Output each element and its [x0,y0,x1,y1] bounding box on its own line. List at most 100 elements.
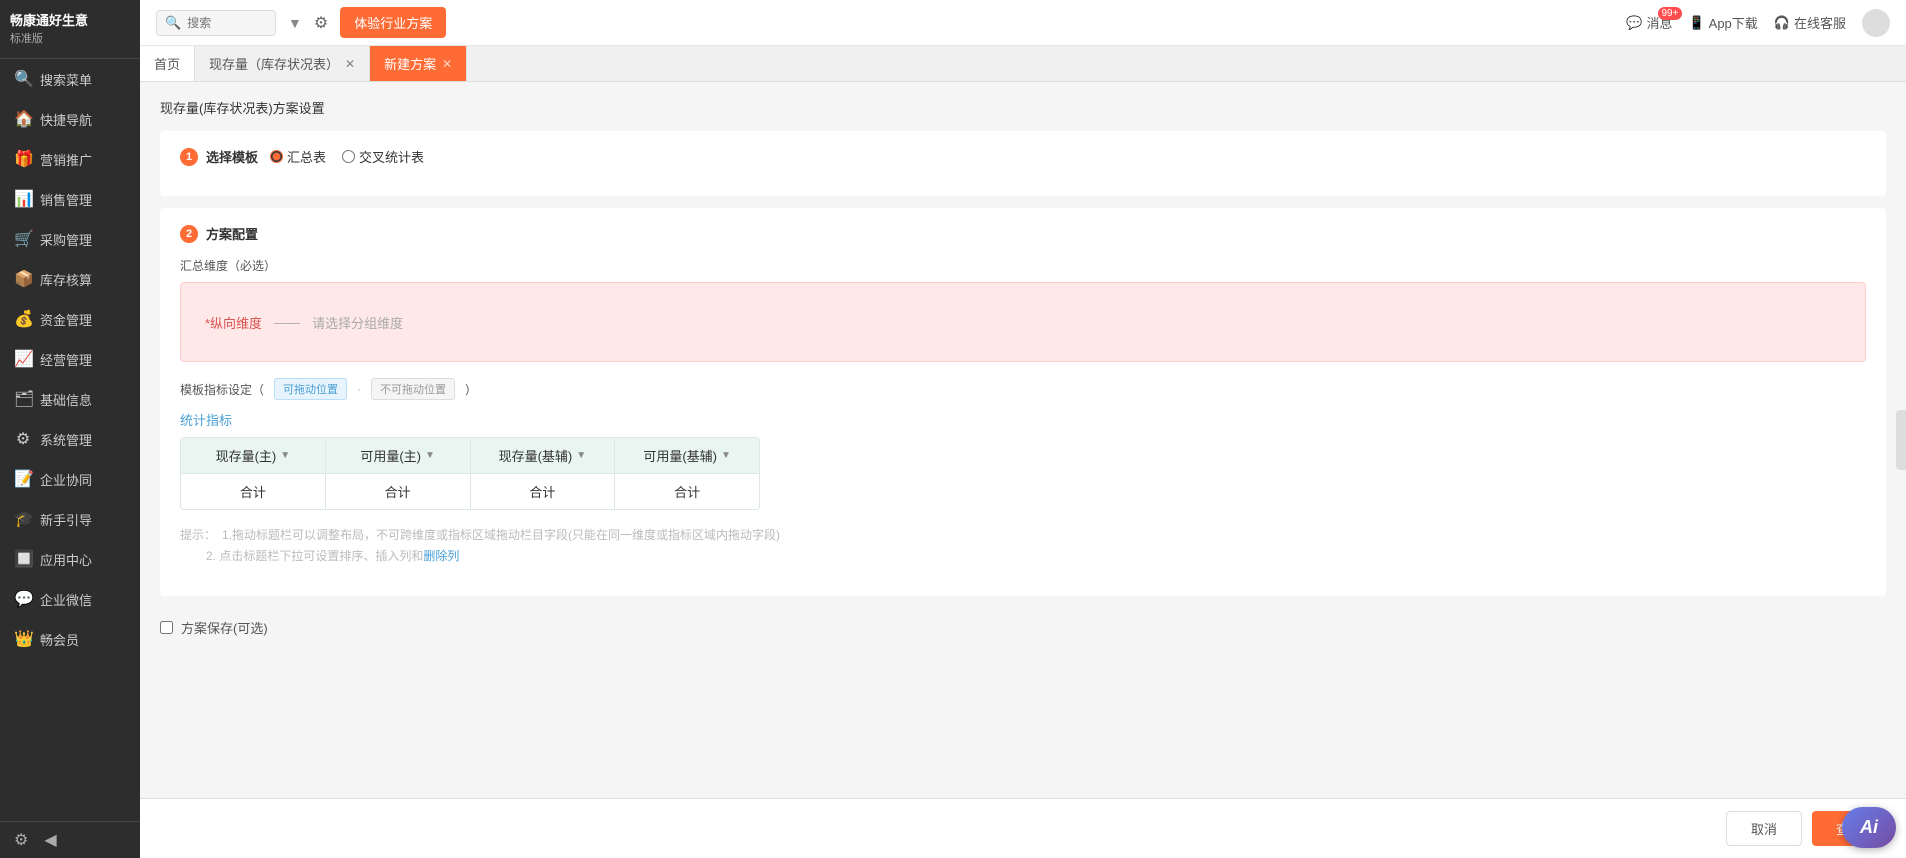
right-collapse-handle[interactable] [1896,410,1906,470]
stats-col-label-2: 现存量(基辅) [499,446,573,465]
phone-icon: 📱 [1688,15,1704,31]
app-name: 畅康通好生意 [10,12,130,30]
radio-crosstab-label[interactable]: 交叉统计表 [342,147,424,166]
tab-new-scheme-label: 新建方案 [384,54,436,73]
save-label[interactable]: 方案保存(可选) [181,618,268,637]
cart-icon: 🛒 [14,229,32,249]
radio-summary[interactable] [270,150,283,163]
doc-icon: 📝 [14,469,32,489]
gear-icon[interactable]: ⚙ [314,13,328,33]
sidebar-item-label: 应用中心 [40,550,92,569]
sidebar-item-wechat[interactable]: 💬 企业微信 [0,579,140,619]
stats-table-header: 现存量(主) ▼ 可用量(主) ▼ 现存量(基辅) ▼ 可用量(基辅) ▼ [181,438,759,473]
sidebar-item-apps[interactable]: 🔲 应用中心 [0,539,140,579]
stats-col-0[interactable]: 现存量(主) ▼ [181,438,326,473]
stats-cell-0-3: 合计 [615,474,759,509]
stats-col-3[interactable]: 可用量(基辅) ▼ [615,438,759,473]
bottombar: 取消 查询 [140,798,1906,858]
chart-icon: 📊 [14,189,32,209]
trial-button[interactable]: 体验行业方案 [340,7,446,38]
sidebar-item-label: 系统管理 [40,430,92,449]
sidebar-item-system[interactable]: ⚙ 系统管理 [0,419,140,459]
sidebar-item-sales[interactable]: 📊 销售管理 [0,179,140,219]
topbar-right: 💬 消息 99+ 📱 App下载 🎧 在线客服 [1626,9,1890,37]
step2-block: 2 方案配置 汇总维度（必选） *纵向维度 —— 请选择分组维度 模板指标设定（… [160,208,1886,596]
apps-icon: 🔲 [14,549,32,569]
message-badge: 99+ [1658,7,1683,20]
collapse-icon[interactable]: ◀ [44,830,56,850]
save-checkbox[interactable] [160,621,173,634]
message-icon: 💬 [1626,15,1642,31]
app-download-button[interactable]: 📱 App下载 [1688,13,1757,32]
radio-crosstab[interactable] [342,150,355,163]
app-download-label: App下载 [1709,13,1758,32]
message-button[interactable]: 💬 消息 99+ [1626,13,1672,32]
sidebar-logo: 畅康通好生意 标准版 [0,0,140,59]
step2-header: 2 方案配置 [180,224,1866,243]
folder-icon: 🗂 [14,389,32,409]
sidebar-item-label: 搜索菜单 [40,70,92,89]
sidebar-item-label: 销售管理 [40,190,92,209]
settings-icon[interactable]: ⚙ [14,830,28,850]
wechat-icon: 💬 [14,589,32,609]
save-row: 方案保存(可选) [160,608,1886,647]
tab-new-scheme-close-icon[interactable]: ✕ [442,57,452,71]
dimension-box[interactable]: *纵向维度 —— 请选择分组维度 [180,282,1866,362]
user-avatar[interactable] [1862,9,1890,37]
sidebar-item-inventory[interactable]: 📦 库存核算 [0,259,140,299]
tab-home[interactable]: 首页 [140,46,195,81]
content-area: 现存量(库存状况表)方案设置 1 选择模板 汇总表 交叉统计表 [140,82,1906,798]
indicator-setting: 模板指标设定（ 可拖动位置 · 不可拖动位置 ） [180,378,1866,400]
sidebar-item-purchase[interactable]: 🛒 采购管理 [0,219,140,259]
trending-icon: 📈 [14,349,32,369]
indicator-separator: · [357,382,361,396]
search-input[interactable] [187,16,267,30]
sidebar-item-contract[interactable]: 📝 企业协同 [0,459,140,499]
dimension-required: *纵向维度 [205,313,262,332]
topbar-left: 🔍 ▼ ⚙ 体验行业方案 [156,7,446,38]
tips-section: 提示： 1.拖动标题栏可以调整布局，不可跨维度或指标区域拖动栏目字段(只能在同一… [180,526,1866,564]
sidebar-item-operation[interactable]: 📈 经营管理 [0,339,140,379]
cancel-button[interactable]: 取消 [1726,811,1802,846]
sidebar-item-label: 企业协同 [40,470,92,489]
stats-cell-0-0: 合计 [181,474,326,509]
app-version: 标准版 [10,30,130,46]
template-radio-group: 汇总表 交叉统计表 [270,147,424,166]
tip-line-1: 提示： 1.拖动标题栏可以调整布局，不可跨维度或指标区域拖动栏目字段(只能在同一… [180,526,1866,543]
indicator-label: 模板指标设定（ [180,381,264,398]
stats-section-title: 统计指标 [180,410,1866,429]
sidebar-item-label: 采购管理 [40,230,92,249]
gear-nav-icon: ⚙ [14,429,32,449]
search-icon: 🔍 [165,15,181,31]
stats-col-2[interactable]: 现存量(基辅) ▼ [471,438,616,473]
sidebar-item-marketing[interactable]: 🎁 营销推广 [0,139,140,179]
tab-home-label: 首页 [154,54,180,73]
sidebar-item-search[interactable]: 🔍 搜索菜单 [0,59,140,99]
indicator-close: ） [465,381,477,398]
sidebar-item-shortcut[interactable]: 🏠 快捷导航 [0,99,140,139]
radio-summary-label[interactable]: 汇总表 [270,147,326,166]
radio-crosstab-text: 交叉统计表 [359,147,424,166]
sidebar-item-finance[interactable]: 💰 资金管理 [0,299,140,339]
no-drag-badge: 不可拖动位置 [371,378,455,400]
tab-inventory-close-icon[interactable]: ✕ [345,57,355,71]
ai-fab-button[interactable]: Ai [1842,807,1896,848]
tabbar: 首页 现存量（库存状况表） ✕ 新建方案 ✕ [140,46,1906,82]
sidebar-item-newbie[interactable]: 🎓 新手引导 [0,499,140,539]
dimension-separator: —— [274,315,300,330]
online-service-button[interactable]: 🎧 在线客服 [1774,13,1846,32]
sidebar-item-member[interactable]: 👑 畅会员 [0,619,140,659]
sidebar-item-label: 企业微信 [40,590,92,609]
sidebar-item-label: 新手引导 [40,510,92,529]
search-box[interactable]: 🔍 [156,10,276,36]
sidebar-item-label: 营销推广 [40,150,92,169]
dimension-placeholder: 请选择分组维度 [312,313,403,332]
tab-inventory[interactable]: 现存量（库存状况表） ✕ [195,46,370,81]
sidebar-item-basic[interactable]: 🗂 基础信息 [0,379,140,419]
stats-col-1[interactable]: 可用量(主) ▼ [326,438,471,473]
tab-new-scheme[interactable]: 新建方案 ✕ [370,46,467,81]
tip-line-2: 2. 点击标题栏下拉可设置排序、插入列和删除列 [180,547,1866,564]
dropdown-arrow-icon[interactable]: ▼ [288,15,302,31]
radio-summary-text: 汇总表 [287,147,326,166]
gift-icon: 🎁 [14,149,32,169]
